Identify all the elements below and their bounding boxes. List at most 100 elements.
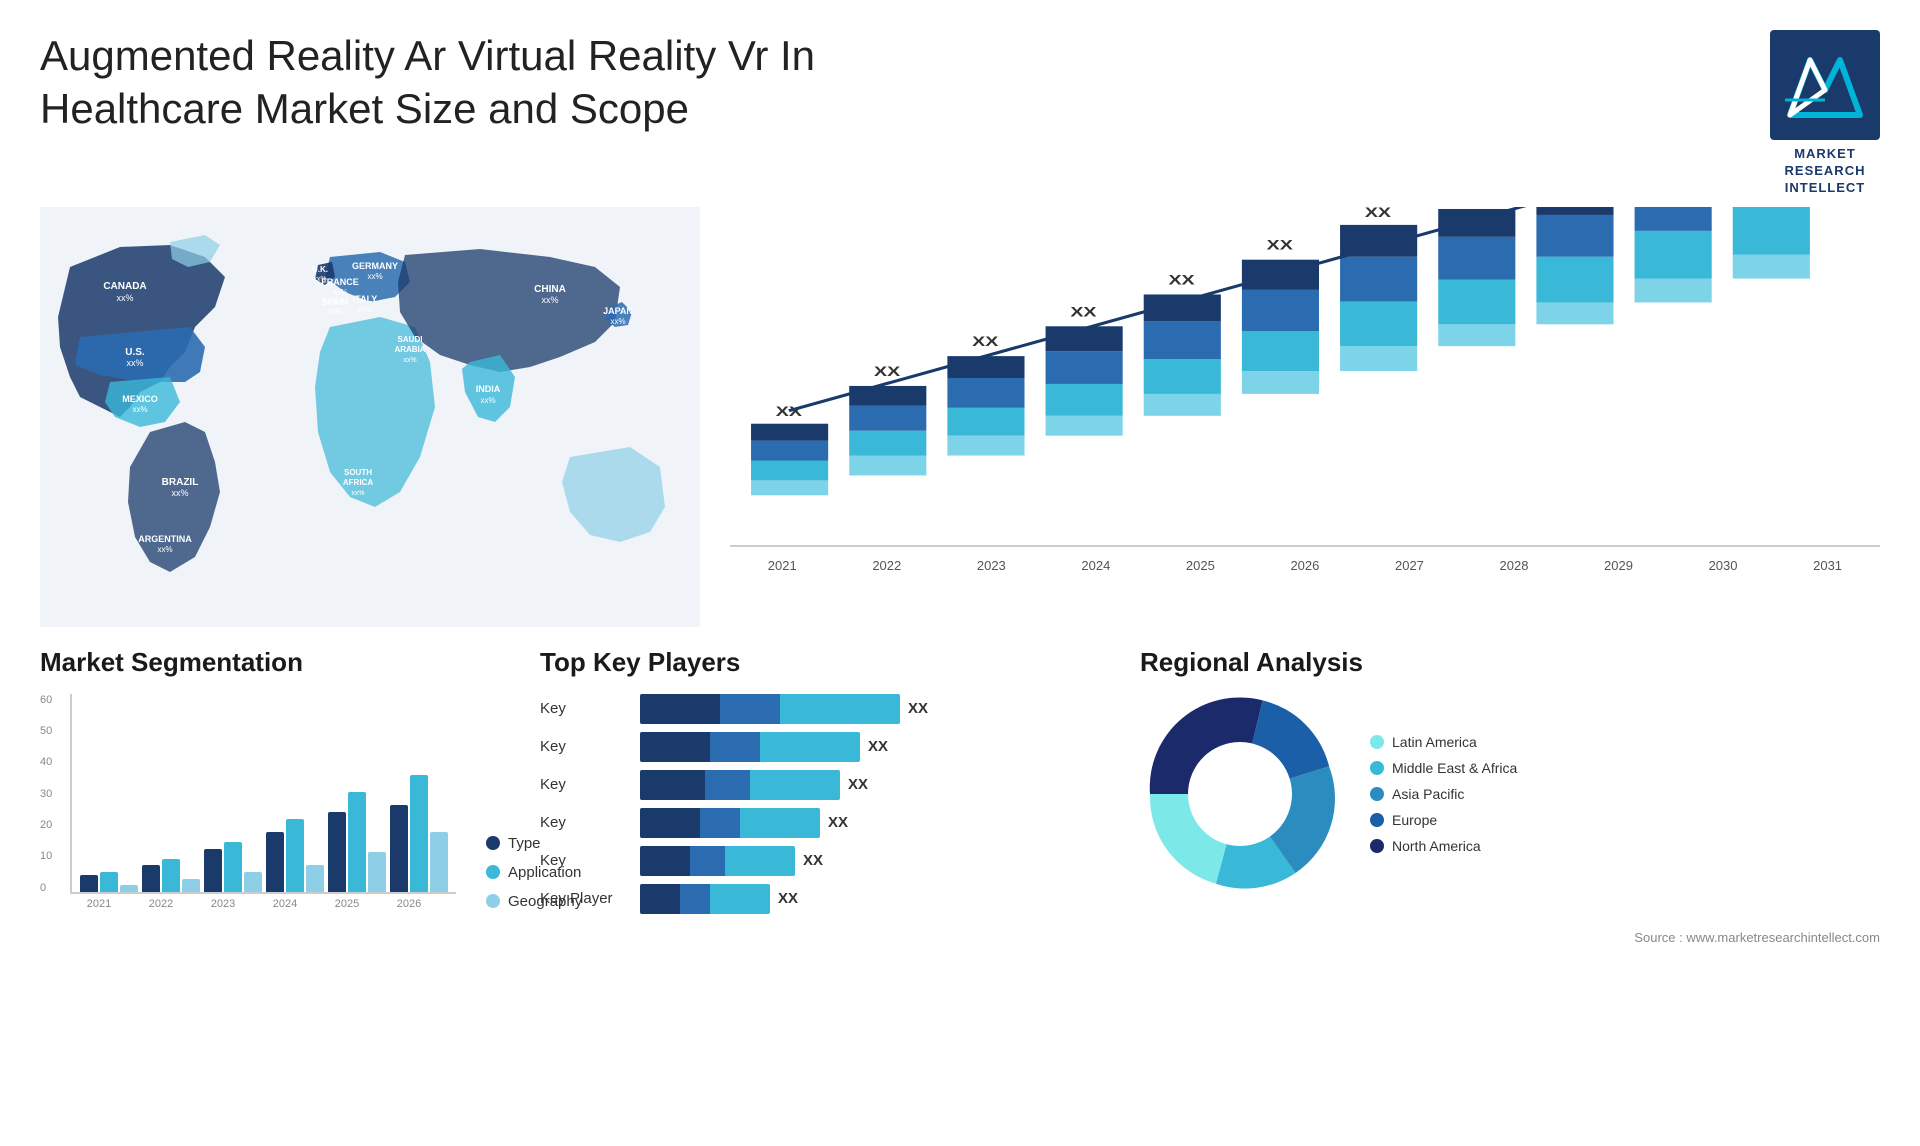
map-label-sa: SOUTH — [344, 468, 372, 477]
player-xx-5: XX — [803, 852, 823, 869]
player-bar-container-4: XX — [640, 808, 848, 838]
player-bar-container-2: XX — [640, 732, 888, 762]
y-label-40: 40 — [40, 756, 52, 768]
map-label-saudi: SAUDI — [398, 335, 423, 344]
seg-bar-type-2024 — [266, 832, 284, 892]
x-label-2021: 2021 — [768, 558, 797, 573]
regional-dot-mea — [1370, 761, 1384, 775]
player-bar-6 — [640, 884, 770, 914]
regional-legend: Latin America Middle East & Africa Asia … — [1370, 734, 1517, 854]
player-row-5: Key XX — [540, 846, 1120, 876]
seg-bar-geo-2025 — [368, 852, 386, 892]
regional-legend-latin-america: Latin America — [1370, 734, 1517, 750]
seg-bar-geo-2024 — [306, 865, 324, 892]
player-label-2: Key — [540, 738, 630, 755]
seg-bar-app-2022 — [162, 859, 180, 892]
player-bar-2-seg2 — [710, 732, 760, 762]
bar-chart-container: XX XX XX — [720, 207, 1880, 587]
y-label-50: 50 — [40, 725, 52, 737]
seg-x-2025: 2025 — [318, 898, 376, 910]
x-label-2029: 2029 — [1604, 558, 1633, 573]
player-bar-6-seg2 — [680, 884, 710, 914]
market-segmentation: Market Segmentation 60 50 40 30 20 10 0 — [40, 647, 520, 914]
player-bar-container-6: XX — [640, 884, 798, 914]
seg-x-2023: 2023 — [194, 898, 252, 910]
svg-text:xx%: xx% — [351, 490, 364, 497]
player-bar-2-seg3 — [760, 732, 860, 762]
player-label-1: Key — [540, 700, 630, 717]
y-label-0: 0 — [40, 882, 52, 894]
seg-x-2022: 2022 — [132, 898, 190, 910]
player-row-2: Key XX — [540, 732, 1120, 762]
player-row-3: Key XX — [540, 770, 1120, 800]
svg-text:xx%: xx% — [610, 317, 625, 326]
svg-text:xx%: xx% — [157, 545, 172, 554]
regional-legend-north-america: North America — [1370, 838, 1517, 854]
players-list: Key XX Key — [540, 694, 1120, 914]
seg-x-2021: 2021 — [70, 898, 128, 910]
seg-bar-geo-2023 — [244, 872, 262, 892]
player-bar-1-seg1 — [640, 694, 720, 724]
player-row-4: Key XX — [540, 808, 1120, 838]
regional-dot-latin-america — [1370, 735, 1384, 749]
player-bar-3-seg2 — [705, 770, 750, 800]
seg-bar-app-2026 — [410, 775, 428, 892]
seg-bar-type-2025 — [328, 812, 346, 892]
seg-bar-group-2021 — [80, 872, 138, 892]
player-row-6: Key Player XX — [540, 884, 1120, 914]
svg-text:xx%: xx% — [132, 405, 147, 414]
regional-label-asia-pacific: Asia Pacific — [1392, 786, 1464, 802]
svg-text:xx%: xx% — [367, 272, 382, 281]
seg-bar-geo-2026 — [430, 832, 448, 892]
svg-text:XX: XX — [1168, 272, 1195, 288]
player-bar-1-seg3 — [780, 694, 900, 724]
regional-section: Regional Analysis — [1140, 647, 1880, 914]
logo-box — [1770, 30, 1880, 140]
player-bar-container-1: XX — [640, 694, 928, 724]
svg-text:xx%: xx% — [126, 358, 143, 368]
logo-text: MARKET RESEARCH INTELLECT — [1785, 146, 1866, 197]
donut-chart — [1140, 694, 1340, 894]
player-bar-4 — [640, 808, 820, 838]
bar-chart-section: XX XX XX — [720, 207, 1880, 627]
player-xx-2: XX — [868, 738, 888, 755]
svg-text:xx%: xx% — [541, 295, 558, 305]
player-xx-4: XX — [828, 814, 848, 831]
player-label-6: Key Player — [540, 890, 630, 907]
player-bar-4-seg3 — [740, 808, 820, 838]
player-bar-4-seg1 — [640, 808, 700, 838]
y-label-30: 30 — [40, 788, 52, 800]
segmentation-title: Market Segmentation — [40, 647, 520, 678]
seg-bar-app-2021 — [100, 872, 118, 892]
x-label-2031: 2031 — [1813, 558, 1842, 573]
player-xx-1: XX — [908, 700, 928, 717]
regional-label-mea: Middle East & Africa — [1392, 760, 1517, 776]
player-label-4: Key — [540, 814, 630, 831]
seg-bar-type-2022 — [142, 865, 160, 892]
svg-text:xx%: xx% — [171, 488, 188, 498]
svg-text:xx%: xx% — [357, 305, 372, 314]
seg-bar-type-2026 — [390, 805, 408, 892]
player-row-1: Key XX — [540, 694, 1120, 724]
player-bar-4-seg2 — [700, 808, 740, 838]
donut-svg — [1140, 694, 1340, 894]
x-label-2024: 2024 — [1081, 558, 1110, 573]
svg-text:xx%: xx% — [480, 396, 495, 405]
legend-dot-application — [486, 865, 500, 879]
svg-text:XX: XX — [874, 363, 901, 379]
y-label-20: 20 — [40, 819, 52, 831]
map-label-japan: JAPAN — [603, 306, 633, 316]
player-bar-1-seg2 — [720, 694, 780, 724]
x-label-2022: 2022 — [872, 558, 901, 573]
player-bar-5-seg1 — [640, 846, 690, 876]
x-label-2027: 2027 — [1395, 558, 1424, 573]
seg-bar-app-2025 — [348, 792, 366, 892]
regional-dot-north-america — [1370, 839, 1384, 853]
svg-text:XX: XX — [1070, 304, 1097, 320]
player-bar-3-seg3 — [750, 770, 840, 800]
x-label-2025: 2025 — [1186, 558, 1215, 573]
player-bar-3-seg1 — [640, 770, 705, 800]
map-label-china: CHINA — [534, 284, 566, 295]
regional-legend-asia-pacific: Asia Pacific — [1370, 786, 1517, 802]
regional-title: Regional Analysis — [1140, 647, 1880, 678]
